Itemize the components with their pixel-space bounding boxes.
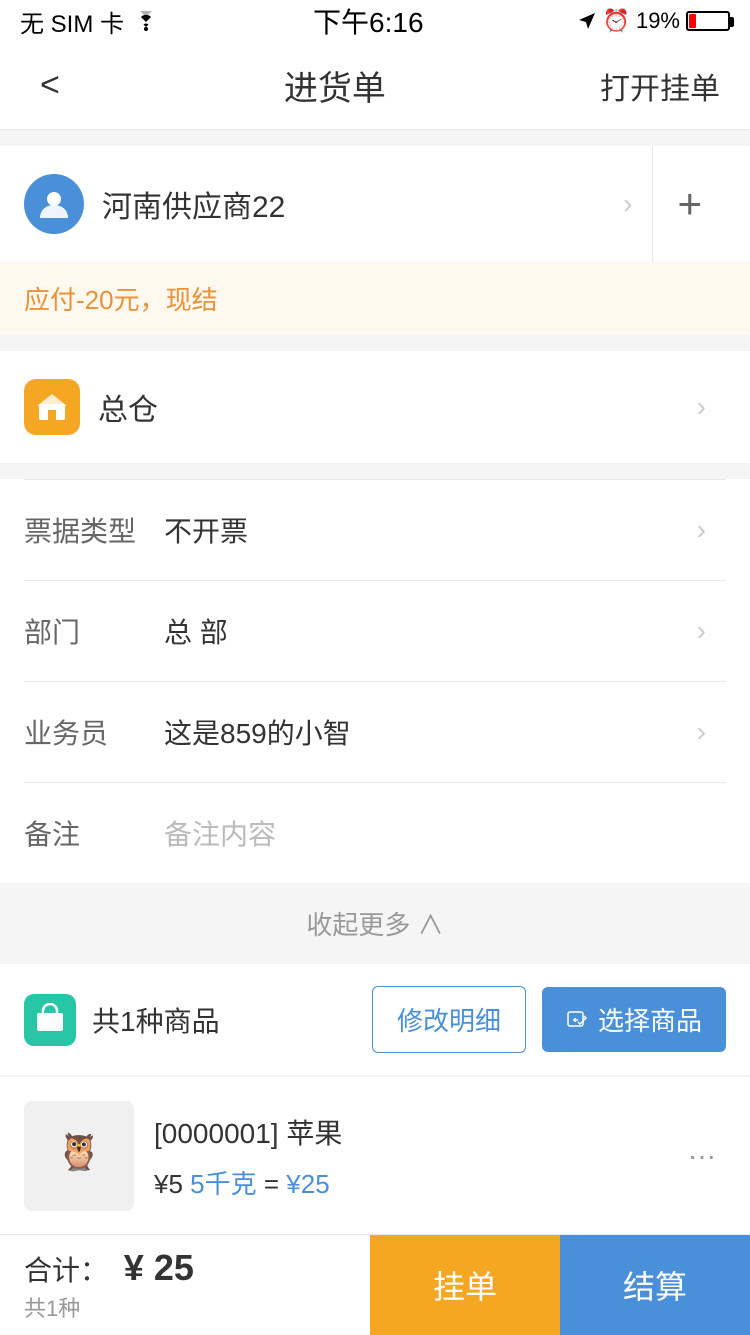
section-divider-2 xyxy=(0,335,750,351)
location-icon xyxy=(577,11,597,31)
status-left: 无 SIM 卡 xyxy=(20,4,160,39)
status-right: ⏰ 19% xyxy=(577,8,730,34)
footer: 合计： ¥ 25 共1种 挂单 结算 xyxy=(0,1234,750,1334)
product-item: 🦉 [0000001] 苹果 ¥5 5千克 = ¥25 ··· xyxy=(0,1077,750,1235)
product-equals: = xyxy=(264,1169,286,1199)
wifi-icon xyxy=(132,11,160,31)
page-title: 进货单 xyxy=(284,61,386,110)
collapse-label: 收起更多 ∧ xyxy=(306,910,443,940)
product-name: [0000001] 苹果 xyxy=(154,1112,658,1152)
department-value: 总 部 xyxy=(164,611,677,651)
total-amount: ¥ 25 xyxy=(124,1247,194,1288)
edit-detail-button[interactable]: 修改明细 xyxy=(372,986,526,1053)
select-product-label: 选择商品 xyxy=(598,1001,702,1038)
department-label: 部门 xyxy=(24,611,164,651)
remark-placeholder: 备注内容 xyxy=(164,813,726,853)
product-total: ¥25 xyxy=(286,1169,329,1199)
warehouse-row[interactable]: 总仓 › xyxy=(0,351,750,463)
warning-text: 应付-20元，现结 xyxy=(24,285,218,315)
invoice-type-value: 不开票 xyxy=(164,510,677,550)
supplier-avatar xyxy=(24,174,84,234)
product-thumbnail: 🦉 xyxy=(24,1101,134,1211)
invoice-chevron-icon: › xyxy=(697,514,706,546)
svg-text:🦉: 🦉 xyxy=(57,1131,102,1172)
product-info: [0000001] 苹果 ¥5 5千克 = ¥25 xyxy=(154,1112,658,1201)
product-code: [0000001] xyxy=(154,1118,279,1149)
invoice-type-label: 票据类型 xyxy=(24,510,164,550)
select-product-icon xyxy=(566,1008,590,1032)
product-header: 共1种商品 修改明细 选择商品 xyxy=(0,964,750,1075)
suspend-button[interactable]: 挂单 xyxy=(370,1235,560,1335)
remark-label: 备注 xyxy=(24,813,164,853)
warehouse-chevron-icon: › xyxy=(697,391,706,423)
open-pending-button[interactable]: 打开挂单 xyxy=(600,64,720,108)
product-price: ¥5 xyxy=(154,1169,183,1199)
total-count: 共1种 xyxy=(24,1291,346,1323)
checkout-button[interactable]: 结算 xyxy=(560,1235,750,1335)
battery-icon xyxy=(686,11,730,31)
department-row[interactable]: 部门 总 部 › xyxy=(0,581,750,681)
collapse-button[interactable]: 收起更多 ∧ xyxy=(0,883,750,964)
warehouse-icon xyxy=(24,379,80,435)
chevron-right-icon: › xyxy=(623,188,632,220)
add-supplier-button[interactable]: + xyxy=(653,180,726,228)
supplier-name: 河南供应商22 xyxy=(102,182,603,226)
carrier-label: 无 SIM 卡 xyxy=(20,4,124,39)
section-divider-1 xyxy=(0,130,750,146)
footer-total-section: 合计： ¥ 25 共1种 xyxy=(0,1247,370,1323)
salesperson-row[interactable]: 业务员 这是859的小智 › xyxy=(0,682,750,782)
warehouse-name: 总仓 xyxy=(98,385,677,429)
department-chevron-icon: › xyxy=(697,615,706,647)
product-qty: 5千克 xyxy=(190,1169,256,1199)
alarm-icon: ⏰ xyxy=(603,8,630,34)
invoice-type-row[interactable]: 票据类型 不开票 › xyxy=(0,480,750,580)
status-bar: 无 SIM 卡 下午6:16 ⏰ 19% xyxy=(0,0,750,42)
remark-row[interactable]: 备注 备注内容 xyxy=(0,783,750,883)
status-time: 下午6:16 xyxy=(313,1,424,41)
product-more-button[interactable]: ··· xyxy=(678,1130,726,1182)
salesperson-label: 业务员 xyxy=(24,712,164,752)
select-product-button[interactable]: 选择商品 xyxy=(542,987,726,1052)
salesperson-chevron-icon: › xyxy=(697,716,706,748)
back-button[interactable]: < xyxy=(30,56,70,115)
nav-bar: < 进货单 打开挂单 xyxy=(0,42,750,130)
product-calc: ¥5 5千克 = ¥25 xyxy=(154,1164,658,1201)
form-section: 票据类型 不开票 › 部门 总 部 › 业务员 这是859的小智 › 备注 备注… xyxy=(0,479,750,883)
warning-bar: 应付-20元，现结 xyxy=(0,262,750,335)
salesperson-value: 这是859的小智 xyxy=(164,712,677,752)
product-section-icon xyxy=(24,994,76,1046)
supplier-section: 河南供应商22 › + xyxy=(0,146,750,262)
product-count-label: 共1种商品 xyxy=(92,1000,356,1040)
supplier-row[interactable]: 河南供应商22 › xyxy=(24,146,653,262)
total-label: 合计： xyxy=(24,1255,108,1286)
product-title-text: 苹果 xyxy=(286,1118,342,1149)
battery-percent: 19% xyxy=(636,8,680,34)
